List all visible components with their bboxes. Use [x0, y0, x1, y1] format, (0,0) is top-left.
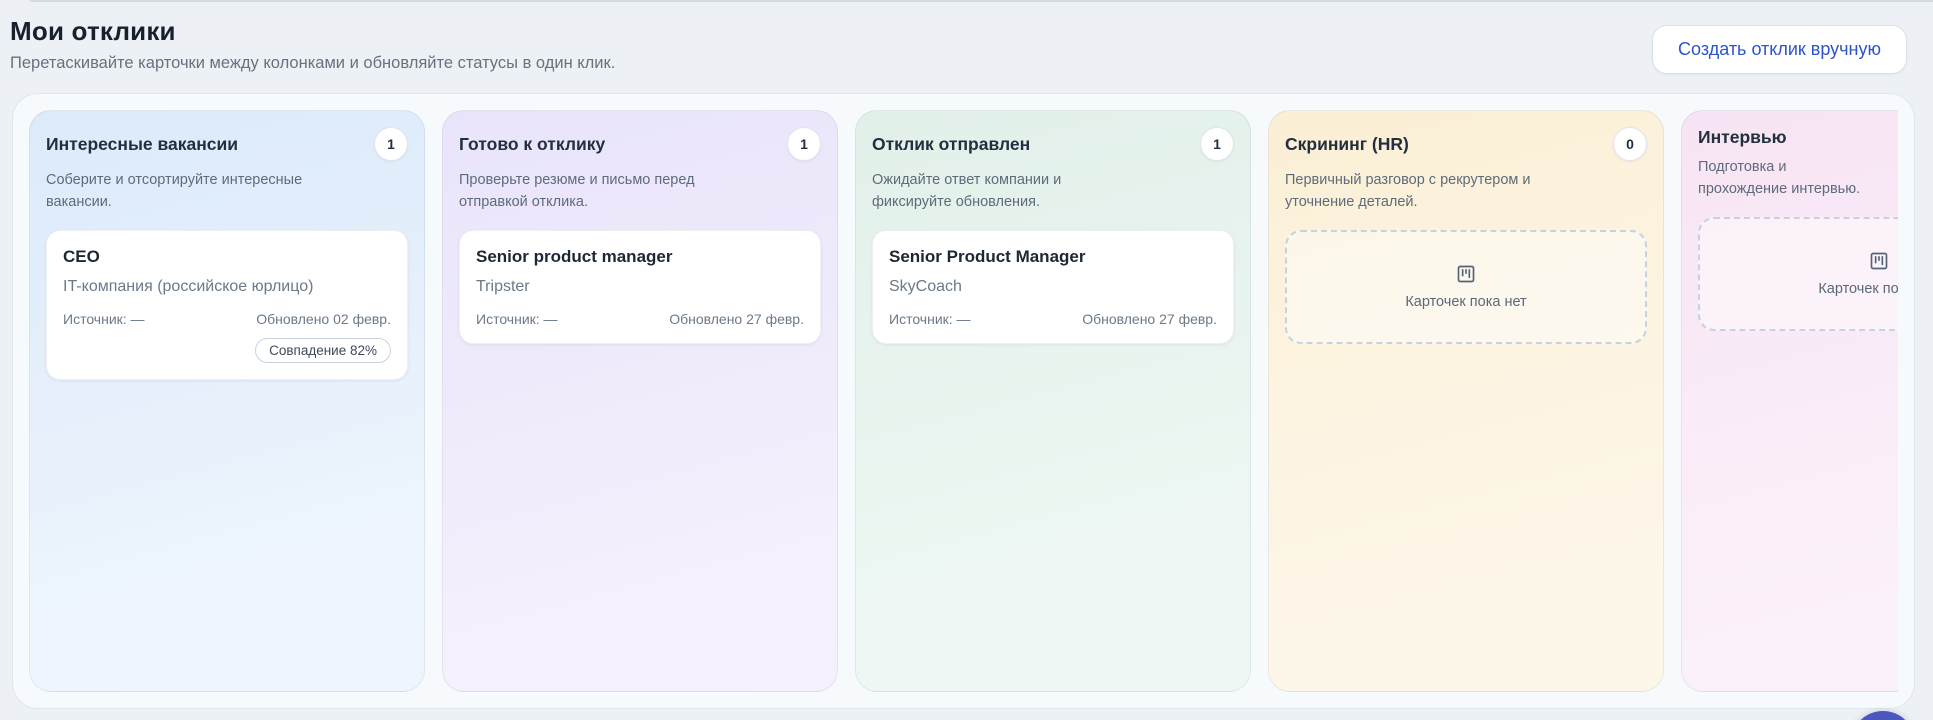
create-response-button[interactable]: Создать отклик вручную — [1652, 25, 1907, 74]
column-description: Проверьте резюме и письмо перед отправко… — [459, 172, 695, 210]
match-badge: Совпадение 82% — [255, 337, 391, 363]
kanban-icon — [1456, 264, 1476, 284]
vacancy-title: Senior product manager — [476, 246, 673, 266]
page-header: Мои отклики Перетаскивайте карточки межд… — [0, 0, 1933, 74]
empty-text: Карточек пока нет — [1405, 293, 1527, 310]
column-interview[interactable]: Интервью Подготовка и прохождение интерв… — [1681, 110, 1898, 692]
column-ready-to-apply[interactable]: Готово к отклику 1 Проверьте резюме и пи… — [442, 110, 838, 692]
column-interesting-vacancies[interactable]: Интересные вакансии 1 Соберите и отсорти… — [29, 110, 425, 692]
card-list: Senior Product Manager SkyCoach Источник… — [872, 229, 1234, 344]
match-row: Совпадение 82% — [63, 337, 391, 363]
vacancy-updated: Обновлено 27 февр. — [1082, 310, 1217, 327]
page-subtitle: Перетаскивайте карточки между колонками … — [10, 54, 616, 72]
column-response-sent[interactable]: Отклик отправлен 1 Ожидайте ответ компан… — [855, 110, 1251, 692]
column-count-badge: 1 — [1200, 127, 1234, 161]
vacancy-company: IT-компания (российское юрлицо) — [63, 277, 314, 295]
column-description: Подготовка и прохождение интервью. — [1698, 159, 1861, 197]
column-header: Отклик отправлен 1 — [872, 127, 1234, 161]
chat-fab-button[interactable] — [1851, 711, 1915, 720]
empty-dropzone[interactable]: Карточек пока нет — [1698, 216, 1898, 331]
column-hr-screening[interactable]: Скрининг (HR) 0 Первичный разговор с рек… — [1268, 110, 1664, 692]
column-header: Готово к отклику 1 — [459, 127, 821, 161]
column-header: Интервью — [1698, 127, 1898, 148]
vacancy-title: Senior Product Manager — [889, 246, 1086, 266]
empty-text: Карточек пока нет — [1818, 280, 1898, 297]
column-count-badge: 0 — [1613, 127, 1647, 161]
vacancy-meta: Источник: — Обновлено 27 февр. — [889, 311, 1217, 327]
column-description: Первичный разговор с рекрутером и уточне… — [1285, 172, 1531, 210]
column-title: Отклик отправлен — [872, 133, 1031, 154]
column-description: Соберите и отсортируйте интересные вакан… — [46, 172, 303, 210]
kanban-board: Интересные вакансии 1 Соберите и отсорти… — [12, 93, 1915, 709]
header-text: Мои отклики Перетаскивайте карточки межд… — [10, 16, 615, 73]
kanban-icon — [1869, 251, 1889, 271]
column-title: Скрининг (HR) — [1285, 133, 1409, 154]
page-title: Мои отклики — [10, 16, 176, 46]
vacancy-card[interactable]: Senior product manager Tripster Источник… — [459, 229, 821, 344]
vacancy-card[interactable]: Senior Product Manager SkyCoach Источник… — [872, 229, 1234, 344]
empty-dropzone[interactable]: Карточек пока нет — [1285, 229, 1647, 344]
card-list: Senior product manager Tripster Источник… — [459, 229, 821, 344]
vacancy-source: Источник: — — [889, 310, 971, 327]
vacancy-updated: Обновлено 27 февр. — [669, 310, 804, 327]
vacancy-source: Источник: — — [63, 310, 145, 327]
column-count-badge: 1 — [374, 127, 408, 161]
column-title: Интересные вакансии — [46, 133, 239, 154]
column-header: Интересные вакансии 1 — [46, 127, 408, 161]
vacancy-updated: Обновлено 02 февр. — [256, 310, 391, 327]
vacancy-source: Источник: — — [476, 310, 558, 327]
card-list: CEO IT-компания (российское юрлицо) Исто… — [46, 229, 408, 380]
column-header: Скрининг (HR) 0 — [1285, 127, 1647, 161]
vacancy-meta: Источник: — Обновлено 02 февр. — [63, 311, 391, 327]
column-title: Готово к отклику — [459, 133, 606, 154]
board-scroll-area[interactable]: Интересные вакансии 1 Соберите и отсорти… — [29, 110, 1898, 692]
vacancy-card[interactable]: CEO IT-компания (российское юрлицо) Исто… — [46, 229, 408, 380]
column-count-badge: 1 — [787, 127, 821, 161]
vacancy-company: SkyCoach — [889, 277, 962, 295]
column-description: Ожидайте ответ компании и фиксируйте обн… — [872, 172, 1062, 210]
vacancy-company: Tripster — [476, 277, 530, 295]
vacancy-title: CEO — [63, 246, 100, 266]
vacancy-meta: Источник: — Обновлено 27 февр. — [476, 311, 804, 327]
column-title: Интервью — [1698, 127, 1787, 147]
top-divider — [30, 0, 1933, 2]
